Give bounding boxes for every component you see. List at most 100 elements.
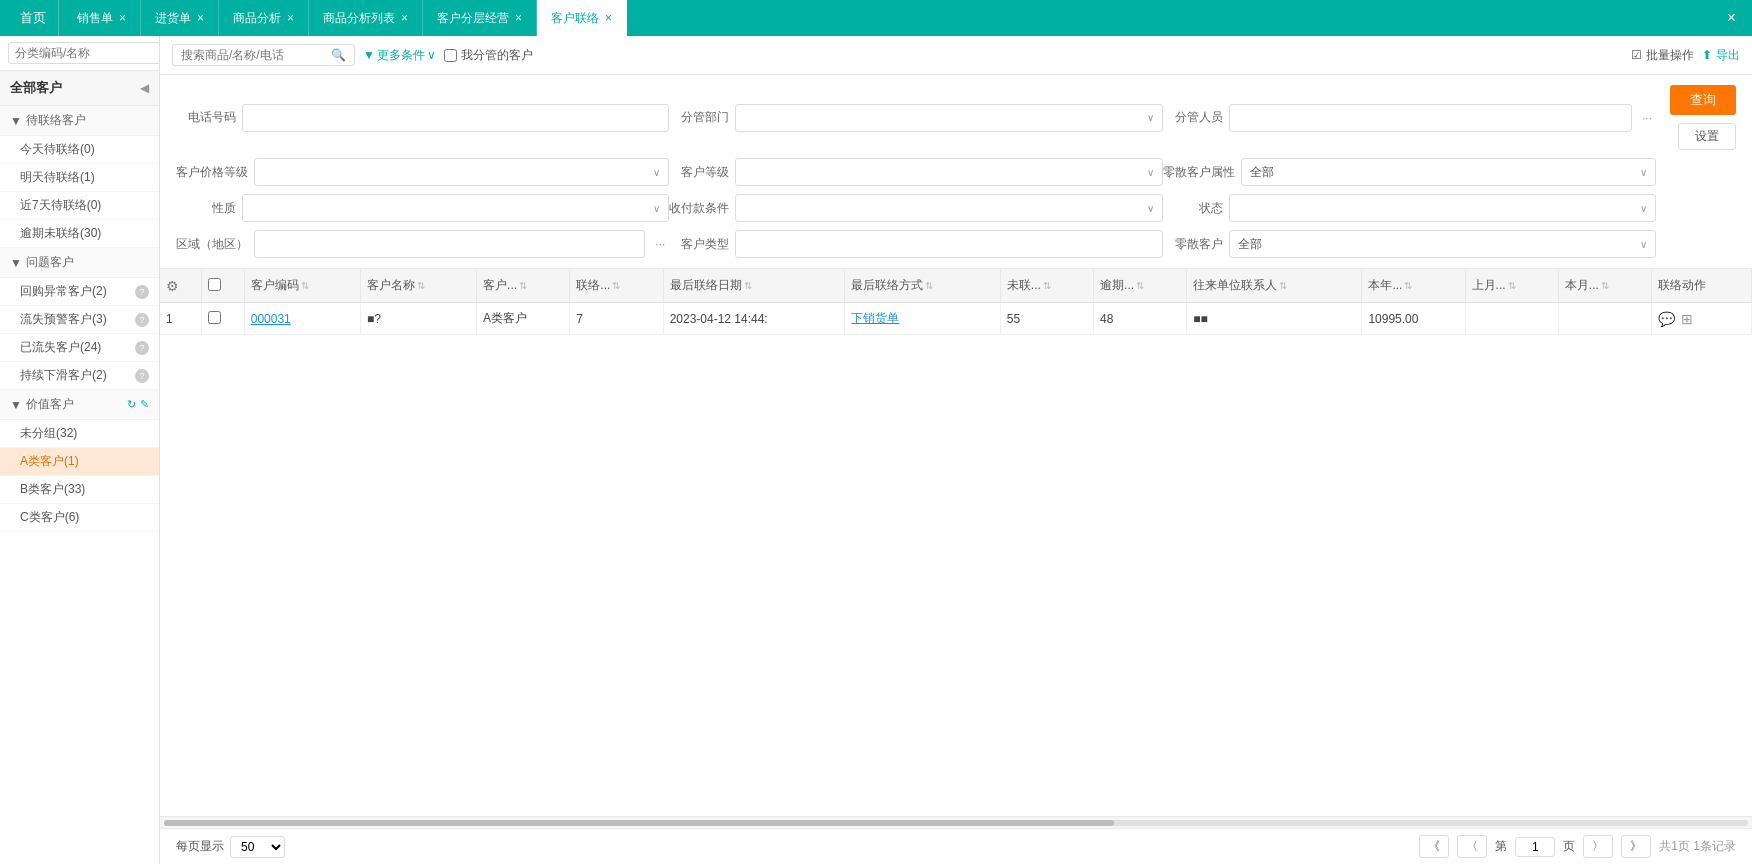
page-size-area: 每页显示 50 100 200 (176, 836, 285, 858)
customer-level-select[interactable]: ∨ (735, 158, 1162, 186)
th-this-year[interactable]: 本年... ⇅ (1362, 269, 1465, 303)
tab-customer-contact[interactable]: 客户联络 × (537, 0, 627, 36)
next-page-button[interactable]: 〉 (1583, 835, 1613, 858)
page-size-select[interactable]: 50 100 200 (230, 836, 285, 858)
customer-type-input[interactable] (735, 230, 1162, 258)
refresh-icon[interactable]: ↻ (127, 398, 136, 411)
th-contact2[interactable]: 往来单位联系人 ⇅ (1187, 269, 1362, 303)
th-overdue[interactable]: 逾期... ⇅ (1094, 269, 1187, 303)
first-page-button[interactable]: 《 (1419, 835, 1449, 858)
sidebar-collapse-icon[interactable]: ◀ (140, 81, 149, 95)
window-close-button[interactable]: × (1719, 9, 1744, 27)
tab-close-icon[interactable]: × (401, 0, 408, 36)
th-uncontacted[interactable]: 未联... ⇅ (1000, 269, 1093, 303)
sidebar-item-churned[interactable]: 已流失客户(24) ? (0, 334, 159, 362)
sidebar-item-tomorrow-contact[interactable]: 明天待联络(1) (0, 164, 159, 192)
more-conditions-button[interactable]: ▼ 更多条件 ∨ (363, 47, 436, 64)
sidebar-item-a-class[interactable]: A类客户(1) (0, 448, 159, 476)
chevron-down-icon: ∨ (1640, 239, 1647, 250)
row-uncontacted: 55 (1000, 303, 1093, 335)
sidebar-item-b-class[interactable]: B类客户(33) (0, 476, 159, 504)
batch-ops-button[interactable]: ☑ 批量操作 (1631, 47, 1694, 64)
payment-label: 收付款条件 (669, 200, 729, 217)
qr-code-icon[interactable]: ⊞ (1681, 311, 1693, 327)
region-dots-icon[interactable]: ··· (651, 237, 669, 251)
select-all-checkbox[interactable] (208, 278, 221, 291)
th-contact[interactable]: 联络... ⇅ (570, 269, 663, 303)
price-level-select[interactable]: ∨ (254, 158, 669, 186)
data-table-wrapper: ⚙ 客户编码 ⇅ 客户名称 (160, 269, 1752, 816)
th-last-date[interactable]: 最后联络日期 ⇅ (663, 269, 845, 303)
page-number-input[interactable] (1515, 837, 1555, 857)
sidebar-item-overdue-contact[interactable]: 逾期未联络(30) (0, 220, 159, 248)
sort-icon: ⇅ (1043, 280, 1051, 291)
th-level[interactable]: 客户... ⇅ (477, 269, 570, 303)
sidebar-item-declining[interactable]: 持续下滑客户(2) ? (0, 362, 159, 390)
row-last-method[interactable]: 下销货单 (845, 303, 1000, 335)
th-code[interactable]: 客户编码 ⇅ (244, 269, 360, 303)
home-button[interactable]: 首页 (8, 0, 59, 36)
export-button[interactable]: ⬆ 导出 (1702, 47, 1740, 64)
sidebar-item-repurchase-anomaly[interactable]: 回购异常客户(2) ? (0, 278, 159, 306)
tab-close-icon[interactable]: × (515, 0, 522, 36)
filter-cell-retail-customer: 零散客户 全部 ∨ (1163, 230, 1656, 258)
total-info: 共1页 1条记录 (1659, 838, 1736, 855)
filter-cell-dept: 分管部门 ∨ (669, 104, 1162, 132)
sidebar-item-today-contact[interactable]: 今天待联络(0) (0, 136, 159, 164)
th-last-month[interactable]: 上月... ⇅ (1465, 269, 1558, 303)
manager-input[interactable] (1229, 104, 1632, 132)
tab-close-active-icon[interactable]: × (605, 0, 612, 36)
status-select[interactable]: ∨ (1229, 194, 1656, 222)
scroll-thumb[interactable] (164, 820, 1114, 826)
setting-button[interactable]: 设置 (1678, 123, 1736, 150)
chat-icon[interactable]: 💬 (1658, 311, 1675, 327)
sidebar-item-ungrouped[interactable]: 未分组(32) (0, 420, 159, 448)
tab-close-icon[interactable]: × (197, 0, 204, 36)
th-last-method[interactable]: 最后联络方式 ⇅ (845, 269, 1000, 303)
horizontal-scrollbar[interactable] (160, 816, 1752, 828)
edit-icon[interactable]: ✎ (140, 398, 149, 411)
dept-select[interactable]: ∨ (735, 104, 1162, 132)
sidebar-item-churn-warning[interactable]: 流失预警客户(3) ? (0, 306, 159, 334)
search-icon[interactable]: 🔍 (331, 48, 346, 62)
filter-icon: ▼ (363, 48, 375, 62)
th-name[interactable]: 客户名称 ⇅ (360, 269, 476, 303)
prev-page-button[interactable]: 〈 (1457, 835, 1487, 858)
info-icon: ? (135, 341, 149, 355)
sidebar-item-7days-contact[interactable]: 近7天待联络(0) (0, 192, 159, 220)
group-problem-customers[interactable]: ▼ 问题客户 (0, 248, 159, 278)
nature-select[interactable]: ∨ (242, 194, 669, 222)
tab-customer-tier[interactable]: 客户分层经营 × (423, 0, 537, 36)
all-customers-header: 全部客户 ◀ (0, 71, 159, 106)
region-input[interactable] (254, 230, 645, 258)
manager-dots-icon[interactable]: ··· (1638, 111, 1656, 125)
tab-sales-order[interactable]: 销售单 × (63, 0, 141, 36)
sidebar-item-c-class[interactable]: C类客户(6) (0, 504, 159, 532)
retail-customer-select[interactable]: 全部 ∨ (1229, 230, 1656, 258)
group-value-customers[interactable]: ▼ 价值客户 ↻ ✎ (0, 390, 159, 420)
query-button[interactable]: 查询 (1670, 85, 1736, 115)
row-checkbox[interactable] (208, 311, 221, 324)
phone-input[interactable] (242, 104, 669, 132)
my-customers-checkbox[interactable]: 我分管的客户 (444, 47, 533, 64)
checkbox-icon: ☑ (1631, 48, 1642, 62)
gear-icon[interactable]: ⚙ (166, 278, 179, 294)
tab-product-analysis-list[interactable]: 商品分析列表 × (309, 0, 423, 36)
info-icon: ? (135, 285, 149, 299)
payment-select[interactable]: ∨ (735, 194, 1162, 222)
group-waiting-contact[interactable]: ▼ 待联络客户 (0, 106, 159, 136)
th-this-month[interactable]: 本月... ⇅ (1558, 269, 1651, 303)
retail-attr-select[interactable]: 全部 ∨ (1241, 158, 1656, 186)
tab-purchase-order[interactable]: 进货单 × (141, 0, 219, 36)
row-code[interactable]: 000031 (244, 303, 360, 335)
my-customers-check[interactable] (444, 49, 457, 62)
filter-cell-customer-type: 客户类型 (669, 230, 1162, 258)
tab-close-icon[interactable]: × (287, 0, 294, 36)
search-input[interactable] (181, 48, 331, 62)
last-page-button[interactable]: 》 (1621, 835, 1651, 858)
tab-product-analysis[interactable]: 商品分析 × (219, 0, 309, 36)
tab-close-icon[interactable]: × (119, 0, 126, 36)
group-arrow-icon: ▼ (10, 398, 22, 412)
filter-btn-group: 查询 设置 (1656, 85, 1736, 150)
sidebar-search-input[interactable] (8, 42, 160, 64)
